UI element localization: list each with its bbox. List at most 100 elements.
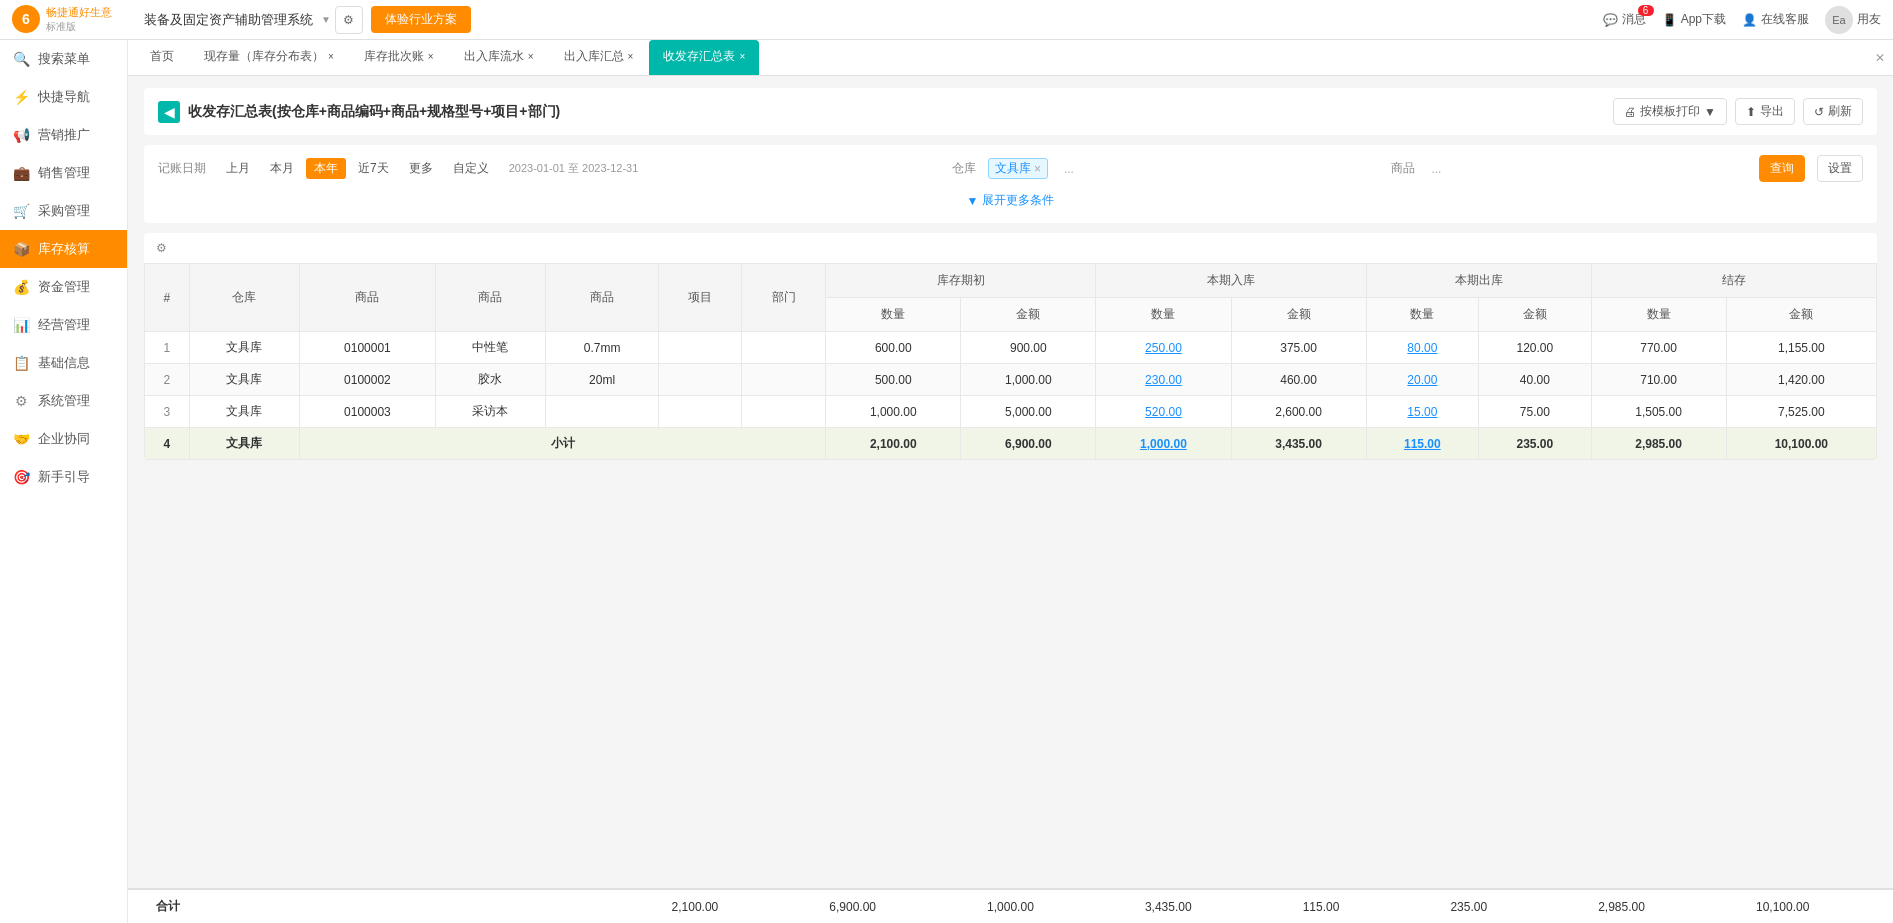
cell-out-qty-2[interactable]: 15.00	[1366, 396, 1478, 428]
cell-in-qty-0[interactable]: 250.00	[1096, 332, 1231, 364]
tab-close-3[interactable]: ×	[528, 51, 534, 62]
cell-out-qty-0[interactable]: 80.00	[1366, 332, 1478, 364]
sidebar-item-guide[interactable]: 🎯新手引导	[0, 458, 127, 496]
sidebar-item-quick[interactable]: ⚡快捷导航	[0, 78, 127, 116]
sidebar-label-collab: 企业协同	[38, 430, 90, 448]
cell-name-1: 胶水	[435, 364, 546, 396]
sidebar-label-marketing: 营销推广	[38, 126, 90, 144]
table-footer: 合计 2,100.00 6,900.00 1,000.00 3,435.00 1…	[128, 888, 1893, 923]
logo-text: 畅捷通好生意	[46, 5, 112, 19]
dropdown-arrow[interactable]: ▼	[321, 14, 331, 25]
logo-icon: 6	[12, 5, 40, 33]
cell-project-1	[658, 364, 742, 396]
cell-out-qty-1[interactable]: 20.00	[1366, 364, 1478, 396]
tab-5[interactable]: 收发存汇总表 ×	[649, 40, 759, 75]
cell-opening-qty-1: 500.00	[826, 364, 961, 396]
message-button[interactable]: 💬 消息 6	[1603, 11, 1646, 28]
sidebar-item-purchase[interactable]: 🛒 采购管理	[0, 192, 127, 230]
sidebar-item-inventory[interactable]: 📦库存核算	[0, 230, 127, 268]
warehouse-tag-close[interactable]: ×	[1034, 162, 1041, 176]
sales-icon: 💼	[12, 165, 30, 181]
cell-opening-amt-2: 5,000.00	[961, 396, 1096, 428]
logo-sub: 标准版	[46, 20, 112, 34]
th-out-amt: 金额	[1479, 298, 1591, 332]
export-button[interactable]: ⬆ 导出	[1735, 98, 1795, 125]
app-download-button[interactable]: 📱 App下载	[1662, 11, 1726, 28]
tab-0[interactable]: 首页	[136, 40, 188, 75]
close-all-tabs-button[interactable]: ✕	[1875, 51, 1885, 65]
date-btn-本年[interactable]: 本年	[306, 158, 346, 179]
base-icon: 📋	[12, 355, 30, 371]
subtotal-in-qty[interactable]: 1,000.00	[1096, 428, 1231, 460]
warehouse-tag[interactable]: 文具库 ×	[988, 158, 1048, 179]
cell-in-qty-1[interactable]: 230.00	[1096, 364, 1231, 396]
warehouse-ellipsis[interactable]: ...	[1060, 162, 1078, 176]
tab-2[interactable]: 库存批次账×	[350, 40, 448, 75]
tab-4[interactable]: 出入库汇总×	[550, 40, 648, 75]
cell-warehouse-1: 文具库	[189, 364, 300, 396]
sidebar-label-finance: 资金管理	[38, 278, 90, 296]
tab-3[interactable]: 出入库流水 ×	[450, 40, 548, 75]
filter-settings-button[interactable]: 设置	[1817, 155, 1863, 182]
sidebar-item-finance[interactable]: 💰 资金管理	[0, 268, 127, 306]
date-btn-近7天[interactable]: 近7天	[350, 158, 397, 179]
subtotal-out-qty[interactable]: 115.00	[1366, 428, 1478, 460]
cell-project-2	[658, 396, 742, 428]
sidebar-item-search[interactable]: 🔍搜索菜单	[0, 40, 127, 78]
page-header-actions: 🖨 按模板打印 ▼ ⬆ 导出 ↺ 刷新	[1613, 98, 1863, 125]
date-buttons: 上月本月本年近7天更多自定义	[218, 158, 497, 179]
print-button[interactable]: 🖨 按模板打印 ▼	[1613, 98, 1727, 125]
filter-area: 记账日期 上月本月本年近7天更多自定义 2023-01-01 至 2023-12…	[144, 145, 1877, 223]
user-menu[interactable]: Ea 用友	[1825, 6, 1881, 34]
trial-button[interactable]: 体验行业方案	[371, 6, 471, 33]
sidebar-item-base[interactable]: 📋基础信息	[0, 344, 127, 382]
cell-dept-1	[742, 364, 826, 396]
cell-in-amt-2: 2,600.00	[1231, 396, 1366, 428]
search-icon: 🔍	[12, 51, 30, 67]
export-icon: ⬆	[1746, 105, 1756, 119]
tab-close-2[interactable]: ×	[428, 51, 434, 62]
date-btn-更多[interactable]: 更多	[401, 158, 441, 179]
query-button[interactable]: 查询	[1759, 155, 1805, 182]
sidebar-item-collab[interactable]: 🤝企业协同	[0, 420, 127, 458]
table-row: 2 文具库 0100002 胶水 20ml 500.00 1,000.00 23…	[145, 364, 1877, 396]
sidebar-label-system: 系统管理	[38, 392, 90, 410]
tab-close-1[interactable]: ×	[328, 51, 334, 62]
subtotal-opening-amt: 6,900.00	[961, 428, 1096, 460]
date-btn-自定义[interactable]: 自定义	[445, 158, 497, 179]
cell-spec-1: 20ml	[546, 364, 658, 396]
column-settings-button[interactable]: ⚙	[156, 241, 167, 255]
refresh-button[interactable]: ↺ 刷新	[1803, 98, 1863, 125]
expand-conditions-button[interactable]: ▼ 展开更多条件	[963, 188, 1059, 213]
sidebar-item-sales[interactable]: 💼销售管理	[0, 154, 127, 192]
collapse-button[interactable]: ◀	[158, 101, 180, 123]
sys-title: 装备及固定资产辅助管理系统	[144, 11, 313, 29]
system-icon: ⚙	[12, 393, 30, 409]
tab-close-5[interactable]: ×	[739, 51, 745, 62]
sidebar-label-purchase: 采购管理	[38, 202, 90, 220]
tab-label-1: 现存量（库存分布表）	[204, 48, 324, 65]
service-icon: 👤	[1742, 13, 1757, 27]
th-closing-amt: 金额	[1726, 298, 1876, 332]
th-in-amt: 金额	[1231, 298, 1366, 332]
cell-in-qty-2[interactable]: 520.00	[1096, 396, 1231, 428]
tab-1[interactable]: 现存量（库存分布表） ×	[190, 40, 348, 75]
filter-row-1: 记账日期 上月本月本年近7天更多自定义 2023-01-01 至 2023-12…	[158, 155, 1863, 182]
tab-label-3: 出入库流水	[464, 48, 524, 65]
tab-close-4[interactable]: ×	[628, 51, 634, 62]
date-btn-本月[interactable]: 本月	[262, 158, 302, 179]
settings-button[interactable]: ⚙	[335, 6, 363, 34]
online-service-button[interactable]: 👤 在线客服	[1742, 11, 1809, 28]
sidebar-item-marketing[interactable]: 📢营销推广	[0, 116, 127, 154]
goods-ellipsis[interactable]: ...	[1427, 162, 1445, 176]
date-btn-上月[interactable]: 上月	[218, 158, 258, 179]
purchase-icon: 🛒	[12, 203, 30, 219]
finance-icon: 💰	[12, 279, 30, 295]
subtotal-row: 4 文具库 小计 2,100.00 6,900.00 1,000.00 3,43…	[145, 428, 1877, 460]
subtotal-closing-amt: 10,100.00	[1726, 428, 1876, 460]
sidebar-item-system[interactable]: ⚙ 系统管理	[0, 382, 127, 420]
sidebar-item-ops[interactable]: 📊经营管理	[0, 306, 127, 344]
cell-in-amt-0: 375.00	[1231, 332, 1366, 364]
cell-name-2: 采访本	[435, 396, 546, 428]
tab-label-5: 收发存汇总表	[663, 48, 735, 65]
